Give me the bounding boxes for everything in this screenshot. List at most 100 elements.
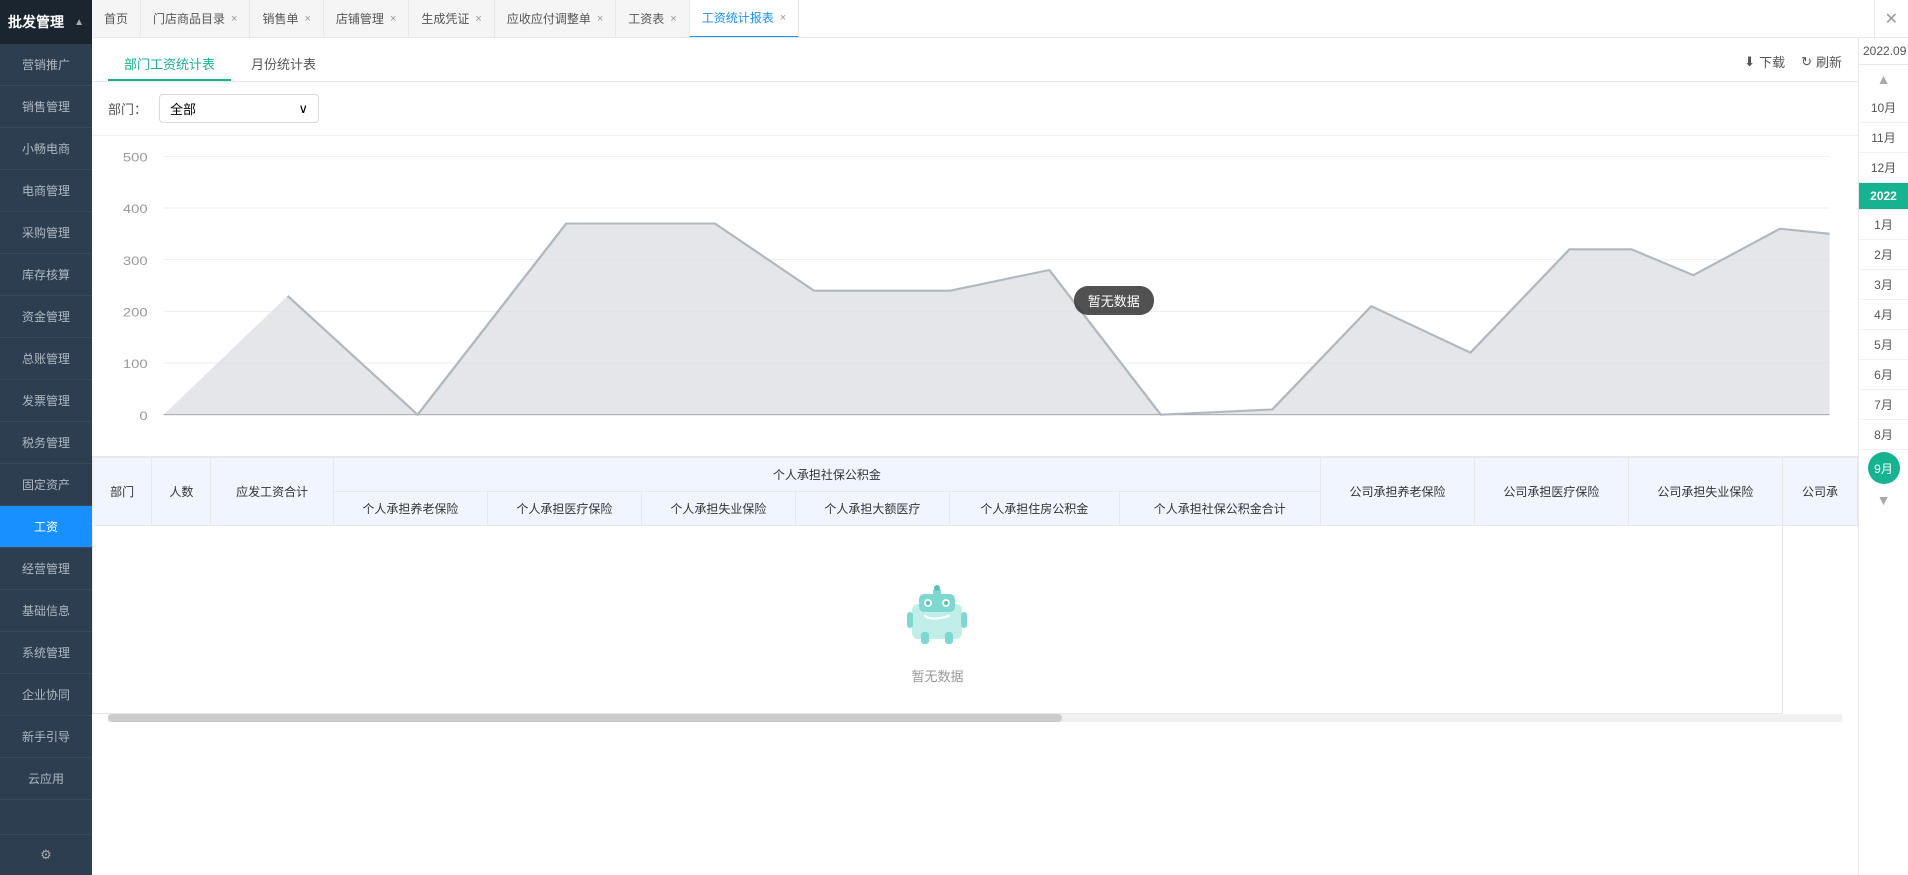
svg-text:300: 300	[123, 254, 148, 268]
col-personal-pension: 个人承担养老保险	[333, 492, 487, 526]
date-item-12月[interactable]: 12月	[1859, 153, 1908, 183]
chart-svg: 500 400 300 200 100 0	[108, 146, 1842, 456]
col-dept: 部门	[93, 458, 152, 526]
date-panel: 2022.09 ▲ 10月11月12月20221月2月3月4月5月6月7月8月9…	[1858, 38, 1908, 875]
col-total-wage: 应发工资合计	[211, 458, 333, 526]
col-company-unemployment: 公司承担失业保险	[1628, 458, 1782, 526]
sidebar-item-新手引导[interactable]: 新手引导	[0, 716, 92, 758]
sidebar-title: 批发管理	[8, 12, 64, 32]
tab-close-工资统计报表[interactable]: ×	[780, 12, 786, 24]
sidebar-item-系统管理[interactable]: 系统管理	[0, 632, 92, 674]
sidebar-item-库存核算[interactable]: 库存核算	[0, 254, 92, 296]
table-section[interactable]: 部门 人数 应发工资合计 个人承担社保公积金 公司承担养老保险 公司承担医疗保险…	[92, 456, 1858, 875]
tab-close-应收应付调整单[interactable]: ×	[597, 13, 603, 25]
col-count: 人数	[152, 458, 211, 526]
empty-icon	[897, 574, 977, 654]
date-item-2022[interactable]: 2022	[1859, 183, 1908, 210]
filter-bar: 部门： 全部 ∨	[92, 82, 1858, 136]
svg-text:100: 100	[123, 357, 148, 371]
empty-text: 暂无数据	[911, 666, 963, 685]
sidebar-item-资金管理[interactable]: 资金管理	[0, 296, 92, 338]
sidebar-item-税务管理[interactable]: 税务管理	[0, 422, 92, 464]
sub-tabs: 部门工资统计表月份统计表	[108, 48, 332, 81]
sidebar-item-销售管理[interactable]: 销售管理	[0, 86, 92, 128]
date-nav-up[interactable]: ▲	[1859, 65, 1908, 93]
date-item-11月[interactable]: 11月	[1859, 123, 1908, 153]
data-table: 部门 人数 应发工资合计 个人承担社保公积金 公司承担养老保险 公司承担医疗保险…	[92, 457, 1858, 714]
sidebar-header[interactable]: 批发管理 ▲	[0, 0, 92, 44]
tab-close-店铺管理[interactable]: ×	[390, 13, 396, 25]
filter-label: 部门：	[108, 99, 147, 118]
sidebar-arrow: ▲	[74, 17, 84, 28]
col-personal-total: 个人承担社保公积金合计	[1119, 492, 1320, 526]
sub-tab-部门工资统计表[interactable]: 部门工资统计表	[108, 48, 231, 81]
tab-门店商品目录[interactable]: 门店商品目录×	[141, 0, 250, 38]
tab-close-工资表[interactable]: ×	[670, 13, 676, 25]
settings-icon: ⚙	[40, 847, 52, 862]
sidebar-item-经营管理[interactable]: 经营管理	[0, 548, 92, 590]
page-content: 部门工资统计表月份统计表 ⬇ 下载 ↻ 刷新 部门： 全部 ∨	[92, 38, 1858, 875]
sidebar-item-发票管理[interactable]: 发票管理	[0, 380, 92, 422]
sub-tab-bar: 部门工资统计表月份统计表 ⬇ 下载 ↻ 刷新	[92, 38, 1858, 82]
tab-店铺管理[interactable]: 店铺管理×	[324, 0, 409, 38]
svg-text:0: 0	[139, 409, 148, 423]
sidebar-item-企业协同[interactable]: 企业协同	[0, 674, 92, 716]
department-select[interactable]: 全部 ∨	[159, 94, 319, 123]
empty-state: 暂无数据	[103, 534, 1772, 705]
svg-text:400: 400	[123, 202, 148, 216]
col-company-medical: 公司承担医疗保险	[1474, 458, 1628, 526]
tab-close-销售单[interactable]: ×	[304, 13, 310, 25]
table-scroll-thumb[interactable]	[108, 714, 1062, 722]
sidebar-settings[interactable]: ⚙	[0, 834, 92, 875]
svg-text:200: 200	[123, 306, 148, 320]
date-nav-down[interactable]: ▼	[1859, 486, 1908, 514]
sidebar-item-总账管理[interactable]: 总账管理	[0, 338, 92, 380]
refresh-button[interactable]: ↻ 刷新	[1801, 52, 1842, 71]
chart-section: 500 400 300 200 100 0	[92, 136, 1858, 456]
date-item-3月[interactable]: 3月	[1859, 270, 1908, 300]
col-company-pension: 公司承担养老保险	[1320, 458, 1474, 526]
table-scroll-track[interactable]	[108, 714, 1842, 722]
tab-close-生成凭证[interactable]: ×	[475, 13, 481, 25]
sub-tab-actions: ⬇ 下载 ↻ 刷新	[1744, 52, 1842, 77]
date-panel-top-label: 2022.09	[1859, 38, 1908, 65]
tab-首页[interactable]: 首页	[92, 0, 141, 38]
date-item-7月[interactable]: 7月	[1859, 390, 1908, 420]
sidebar-item-电商管理[interactable]: 电商管理	[0, 170, 92, 212]
download-button[interactable]: ⬇ 下载	[1744, 52, 1785, 71]
tab-bar: 首页门店商品目录×销售单×店铺管理×生成凭证×应收应付调整单×工资表×工资统计报…	[92, 0, 1908, 38]
content-area: 部门工资统计表月份统计表 ⬇ 下载 ↻ 刷新 部门： 全部 ∨	[92, 38, 1908, 875]
date-item-5月[interactable]: 5月	[1859, 330, 1908, 360]
tab-销售单[interactable]: 销售单×	[250, 0, 323, 38]
tab-工资统计报表[interactable]: 工资统计报表×	[690, 0, 799, 38]
col-personal-housing-fund: 个人承担住房公积金	[949, 492, 1119, 526]
sidebar: 批发管理 ▲ 营销推广销售管理小畅电商电商管理采购管理库存核算资金管理总账管理发…	[0, 0, 92, 875]
sidebar-item-基础信息[interactable]: 基础信息	[0, 590, 92, 632]
sidebar-item-工资[interactable]: 工资	[0, 506, 92, 548]
tab-工资表[interactable]: 工资表×	[616, 0, 689, 38]
sidebar-item-云应用[interactable]: 云应用	[0, 758, 92, 800]
panel-close-button[interactable]: ✕	[1874, 0, 1908, 38]
col-personal-insurance-header: 个人承担社保公积金	[333, 458, 1320, 492]
date-item-4月[interactable]: 4月	[1859, 300, 1908, 330]
refresh-icon: ↻	[1801, 54, 1812, 70]
tab-生成凭证[interactable]: 生成凭证×	[409, 0, 494, 38]
sidebar-item-固定资产[interactable]: 固定资产	[0, 464, 92, 506]
date-item-1月[interactable]: 1月	[1859, 210, 1908, 240]
sub-tab-月份统计表[interactable]: 月份统计表	[235, 48, 332, 81]
sidebar-item-采购管理[interactable]: 采购管理	[0, 212, 92, 254]
svg-text:500: 500	[123, 151, 148, 165]
date-item-2月[interactable]: 2月	[1859, 240, 1908, 270]
tab-close-门店商品目录[interactable]: ×	[231, 13, 237, 25]
chart-container: 500 400 300 200 100 0	[108, 146, 1842, 456]
tab-应收应付调整单[interactable]: 应收应付调整单×	[495, 0, 616, 38]
sidebar-item-营销推广[interactable]: 营销推广	[0, 44, 92, 86]
date-item-8月[interactable]: 8月	[1859, 420, 1908, 450]
date-item-9月[interactable]: 9月	[1868, 452, 1900, 484]
sidebar-item-小畅电商[interactable]: 小畅电商	[0, 128, 92, 170]
col-personal-medical: 个人承担医疗保险	[487, 492, 641, 526]
date-item-6月[interactable]: 6月	[1859, 360, 1908, 390]
date-item-10月[interactable]: 10月	[1859, 93, 1908, 123]
chevron-down-icon: ∨	[299, 101, 309, 117]
download-icon: ⬇	[1744, 54, 1755, 70]
